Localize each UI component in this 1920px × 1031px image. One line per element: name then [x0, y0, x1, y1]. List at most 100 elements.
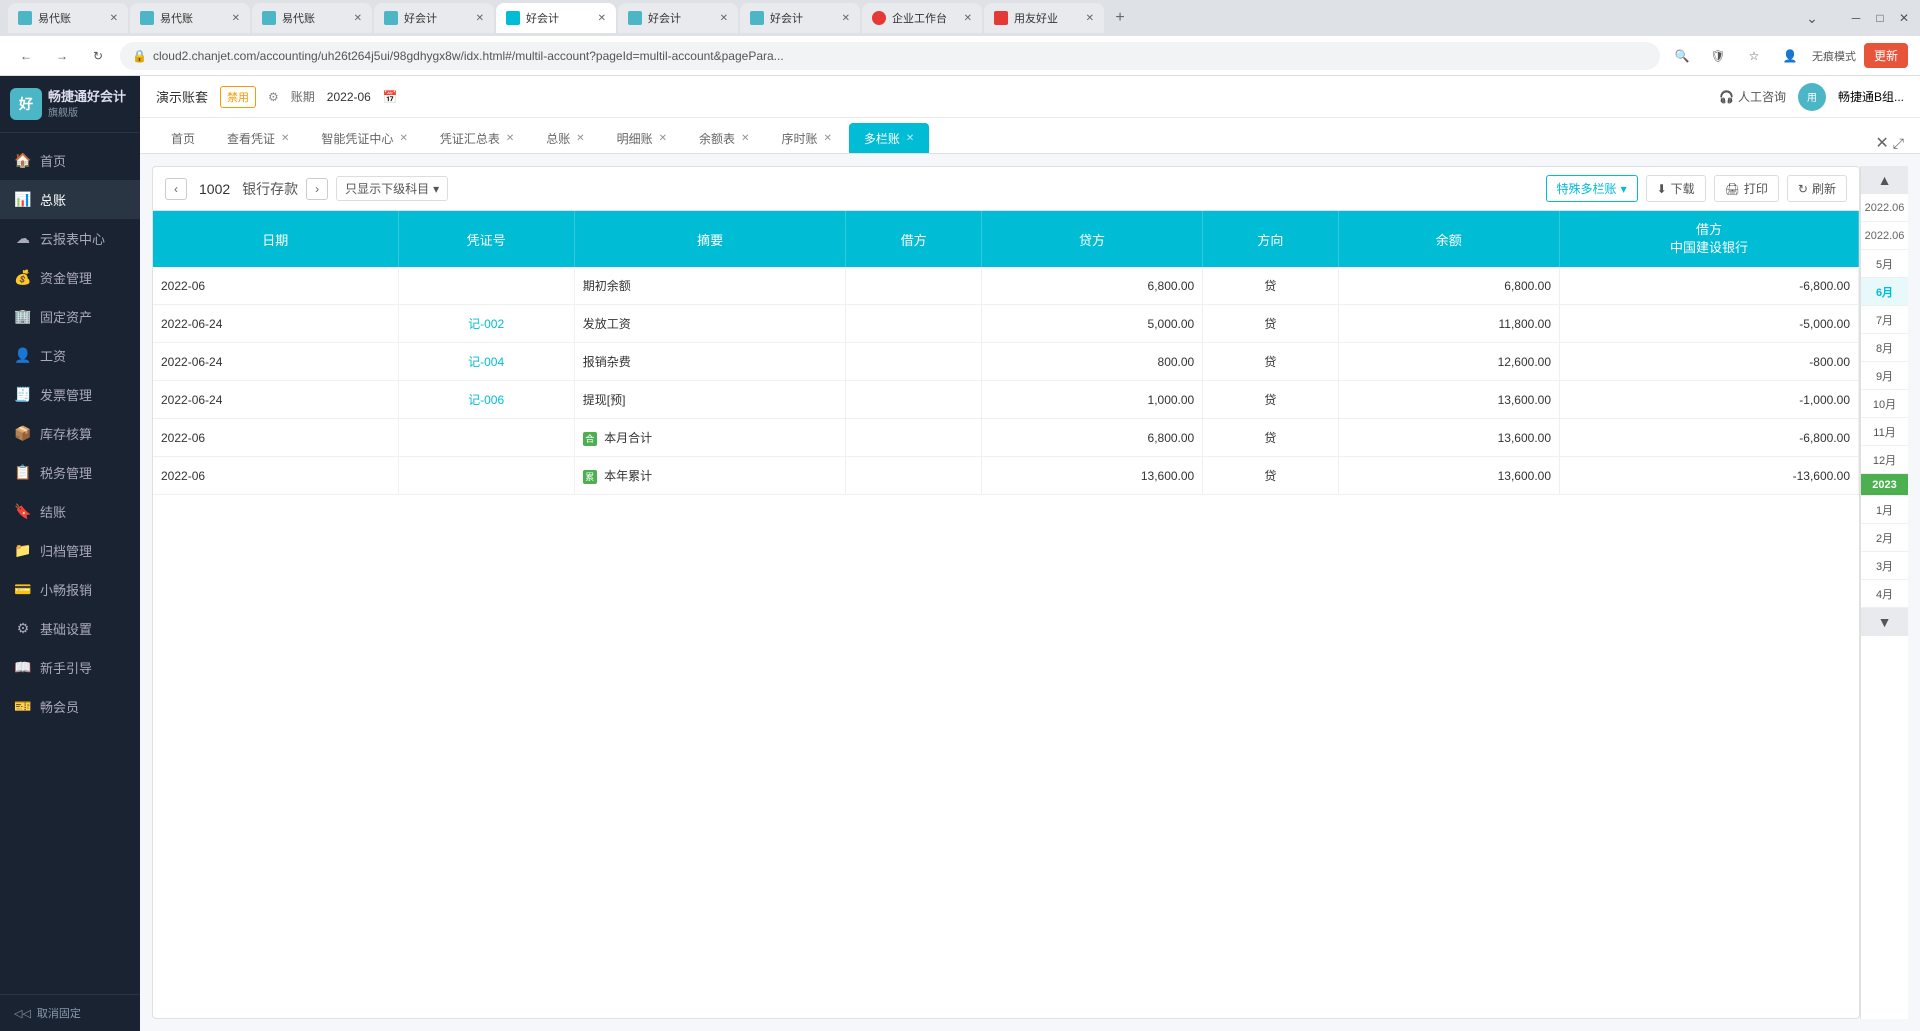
- minimize-btn[interactable]: ─: [1848, 10, 1864, 26]
- month-9[interactable]: 9月: [1861, 362, 1908, 390]
- tab-balance[interactable]: 余额表 ✕: [684, 123, 764, 153]
- month-2023-3[interactable]: 3月: [1861, 552, 1908, 580]
- tab-general-ledger-close[interactable]: ✕: [576, 133, 584, 144]
- browser-tab-6[interactable]: 好会计 ✕: [618, 3, 738, 33]
- period-display[interactable]: 2022.06: [1861, 222, 1908, 250]
- tab-bar-expand[interactable]: ⤢: [1893, 135, 1904, 152]
- sidebar-item-tax[interactable]: 📋 税务管理: [0, 453, 140, 492]
- month-6-active[interactable]: 6月: [1861, 278, 1908, 306]
- download-btn[interactable]: ⬇ 下载: [1646, 175, 1706, 202]
- sidebar-item-cloud[interactable]: ☁ 云报表中心: [0, 219, 140, 258]
- month-8[interactable]: 8月: [1861, 334, 1908, 362]
- month-5[interactable]: 5月: [1861, 250, 1908, 278]
- browser-tab-4[interactable]: 好会计 ✕: [374, 3, 494, 33]
- tab-voucher-summary-close[interactable]: ✕: [506, 133, 514, 144]
- back-button[interactable]: ←: [12, 42, 40, 70]
- voucher-link[interactable]: 记-006: [468, 393, 504, 407]
- refresh-btn[interactable]: ↻ 刷新: [1787, 175, 1847, 202]
- tab-detail-ledger[interactable]: 明细账 ✕: [602, 123, 682, 153]
- sidebar-item-settings[interactable]: ⚙ 基础设置: [0, 609, 140, 648]
- sub-filter-dropdown[interactable]: 只显示下级科目 ▾: [336, 176, 448, 201]
- month-nav-up[interactable]: ▲: [1861, 166, 1908, 194]
- sidebar-item-ledger[interactable]: 📊 总账: [0, 180, 140, 219]
- browser-tab-3[interactable]: 易代账 ✕: [252, 3, 372, 33]
- tab-voucher-summary[interactable]: 凭证汇总表 ✕: [425, 123, 529, 153]
- close-btn[interactable]: ✕: [1896, 10, 1912, 26]
- profile-btn[interactable]: 👤: [1776, 42, 1804, 70]
- month-12[interactable]: 12月: [1861, 446, 1908, 474]
- tab-sequence-ledger-close[interactable]: ✕: [823, 133, 831, 144]
- month-11[interactable]: 11月: [1861, 418, 1908, 446]
- forward-button[interactable]: →: [48, 42, 76, 70]
- tab-close-8[interactable]: ✕: [964, 13, 972, 24]
- sidebar-label-fund: 资金管理: [40, 268, 92, 287]
- tab-close-4[interactable]: ✕: [476, 13, 484, 24]
- browser-tab-1[interactable]: 易代账 ✕: [8, 3, 128, 33]
- settings-gear-icon[interactable]: ⚙: [268, 90, 279, 104]
- tab-close-6[interactable]: ✕: [720, 13, 728, 24]
- month-7[interactable]: 7月: [1861, 306, 1908, 334]
- month-2023-1[interactable]: 1月: [1861, 496, 1908, 524]
- cell-credit: 1,000.00: [981, 381, 1202, 419]
- tab-sequence-ledger[interactable]: 序时账 ✕: [766, 123, 846, 153]
- sidebar-item-expense[interactable]: 💳 小畅报销: [0, 570, 140, 609]
- tab-close-2[interactable]: ✕: [232, 13, 240, 24]
- voucher-link[interactable]: 记-004: [468, 355, 504, 369]
- tab-smart-voucher-close[interactable]: ✕: [399, 133, 407, 144]
- sidebar-item-invoice[interactable]: 🧾 发票管理: [0, 375, 140, 414]
- browser-tab-8[interactable]: 企业工作台 ✕: [862, 3, 982, 33]
- demo-badge[interactable]: 禁用: [220, 86, 256, 108]
- prev-account-btn[interactable]: ‹: [165, 178, 187, 200]
- voucher-link[interactable]: 记-002: [468, 317, 504, 331]
- browser-tab-9[interactable]: 用友好业 ✕: [984, 3, 1104, 33]
- browser-tab-7[interactable]: 好会计 ✕: [740, 3, 860, 33]
- browser-tab-5[interactable]: 好会计 ✕: [496, 3, 616, 33]
- tab-general-ledger[interactable]: 总账 ✕: [531, 123, 599, 153]
- address-bar[interactable]: 🔒 cloud2.chanjet.com/accounting/uh26t264…: [120, 42, 1660, 70]
- search-btn[interactable]: 🔍: [1668, 42, 1696, 70]
- sidebar-unpin[interactable]: ◁◁ 取消固定: [0, 994, 140, 1031]
- tab-list-btn[interactable]: ⌄: [1800, 6, 1824, 30]
- maximize-btn[interactable]: □: [1872, 10, 1888, 26]
- cell-summary: 合 本月合计: [574, 419, 846, 457]
- tab-detail-ledger-close[interactable]: ✕: [659, 133, 667, 144]
- tab-close-5[interactable]: ✕: [598, 13, 606, 24]
- sidebar-item-guide[interactable]: 📖 新手引导: [0, 648, 140, 687]
- tab-multi-column[interactable]: 多栏账 ✕: [849, 123, 929, 153]
- bookmark-btn[interactable]: ☆: [1740, 42, 1768, 70]
- month-2022-06-top[interactable]: 2022.06: [1861, 194, 1908, 222]
- shield-btn[interactable]: 🛡: [1704, 42, 1732, 70]
- sidebar-item-payroll[interactable]: 👤 工资: [0, 336, 140, 375]
- sidebar-item-close[interactable]: 🔖 结账: [0, 492, 140, 531]
- next-account-btn[interactable]: ›: [306, 178, 328, 200]
- sidebar-item-asset[interactable]: 🏢 固定资产: [0, 297, 140, 336]
- tab-smart-voucher[interactable]: 智能凭证中心 ✕: [306, 123, 422, 153]
- month-2023-4[interactable]: 4月: [1861, 580, 1908, 608]
- tab-close-1[interactable]: ✕: [110, 13, 118, 24]
- reload-button[interactable]: ↻: [84, 42, 112, 70]
- sidebar-item-member[interactable]: 🎫 畅会员: [0, 687, 140, 726]
- tab-bar-close[interactable]: ✕: [1875, 133, 1888, 153]
- calendar-icon[interactable]: 📅: [383, 90, 398, 104]
- consulting-button[interactable]: 🎧 人工咨询: [1719, 88, 1786, 105]
- sidebar-item-archive[interactable]: 📁 归档管理: [0, 531, 140, 570]
- sidebar-item-fund[interactable]: 💰 资金管理: [0, 258, 140, 297]
- tab-balance-close[interactable]: ✕: [741, 133, 749, 144]
- month-nav-down[interactable]: ▼: [1861, 608, 1908, 636]
- tab-voucher-view[interactable]: 查看凭证 ✕: [212, 123, 304, 153]
- sidebar-item-home[interactable]: 🏠 首页: [0, 141, 140, 180]
- update-button[interactable]: 更新: [1864, 43, 1908, 68]
- tab-multi-column-close[interactable]: ✕: [906, 133, 914, 144]
- print-btn[interactable]: 🖨 打印: [1714, 175, 1779, 202]
- tab-home[interactable]: 首页: [156, 123, 210, 153]
- tab-voucher-view-close[interactable]: ✕: [281, 133, 289, 144]
- new-tab-button[interactable]: +: [1106, 4, 1134, 32]
- tab-close-7[interactable]: ✕: [842, 13, 850, 24]
- special-ledger-btn[interactable]: 特殊多栏账 ▾: [1546, 175, 1638, 202]
- tab-close-3[interactable]: ✕: [354, 13, 362, 24]
- tab-close-9[interactable]: ✕: [1086, 13, 1094, 24]
- month-10[interactable]: 10月: [1861, 390, 1908, 418]
- browser-tab-2[interactable]: 易代账 ✕: [130, 3, 250, 33]
- sidebar-item-inventory[interactable]: 📦 库存核算: [0, 414, 140, 453]
- month-2023-2[interactable]: 2月: [1861, 524, 1908, 552]
